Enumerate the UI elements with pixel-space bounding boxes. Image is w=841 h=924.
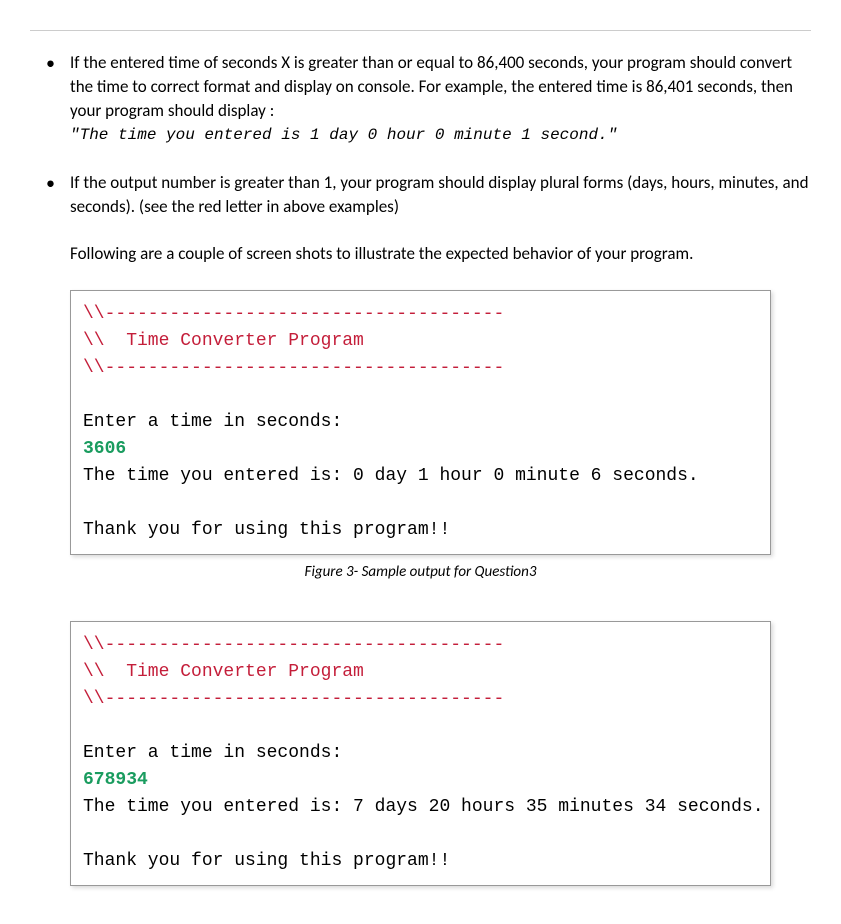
top-divider bbox=[30, 30, 811, 31]
prompt-2: Enter a time in seconds: bbox=[83, 743, 342, 763]
prompt-1: Enter a time in seconds: bbox=[83, 412, 342, 432]
bullet-quote-1: "The time you entered is 1 day 0 hour 0 … bbox=[70, 126, 617, 144]
bullet-text-1: If the entered time of seconds X is grea… bbox=[70, 52, 793, 121]
sample-output-box-2: \\------------------------------------- … bbox=[70, 621, 771, 886]
sample-output-box-1: \\------------------------------------- … bbox=[70, 290, 771, 555]
header-dash-2b: \\------------------------------------- bbox=[83, 689, 504, 709]
header-dash-2a: \\------------------------------------- bbox=[83, 635, 504, 655]
bullet-item-2: If the output number is greater than 1, … bbox=[70, 171, 811, 219]
header-dash-1a: \\------------------------------------- bbox=[83, 304, 504, 324]
input-2: 678934 bbox=[83, 770, 148, 790]
header-dash-1b: \\------------------------------------- bbox=[83, 358, 504, 378]
output-2: The time you entered is: 7 days 20 hours… bbox=[83, 797, 764, 817]
figure-caption-1: Figure 3- Sample output for Question3 bbox=[30, 563, 811, 581]
input-1: 3606 bbox=[83, 439, 126, 459]
bullet-item-1: If the entered time of seconds X is grea… bbox=[70, 51, 811, 147]
output-1: The time you entered is: 0 day 1 hour 0 … bbox=[83, 466, 699, 486]
thanks-2: Thank you for using this program!! bbox=[83, 851, 450, 871]
header-title-1: \\ Time Converter Program bbox=[83, 331, 364, 351]
bullet-list: If the entered time of seconds X is grea… bbox=[30, 51, 811, 218]
following-text: Following are a couple of screen shots t… bbox=[70, 242, 811, 266]
thanks-1: Thank you for using this program!! bbox=[83, 520, 450, 540]
header-title-2: \\ Time Converter Program bbox=[83, 662, 364, 682]
bullet-text-2: If the output number is greater than 1, … bbox=[70, 172, 809, 217]
